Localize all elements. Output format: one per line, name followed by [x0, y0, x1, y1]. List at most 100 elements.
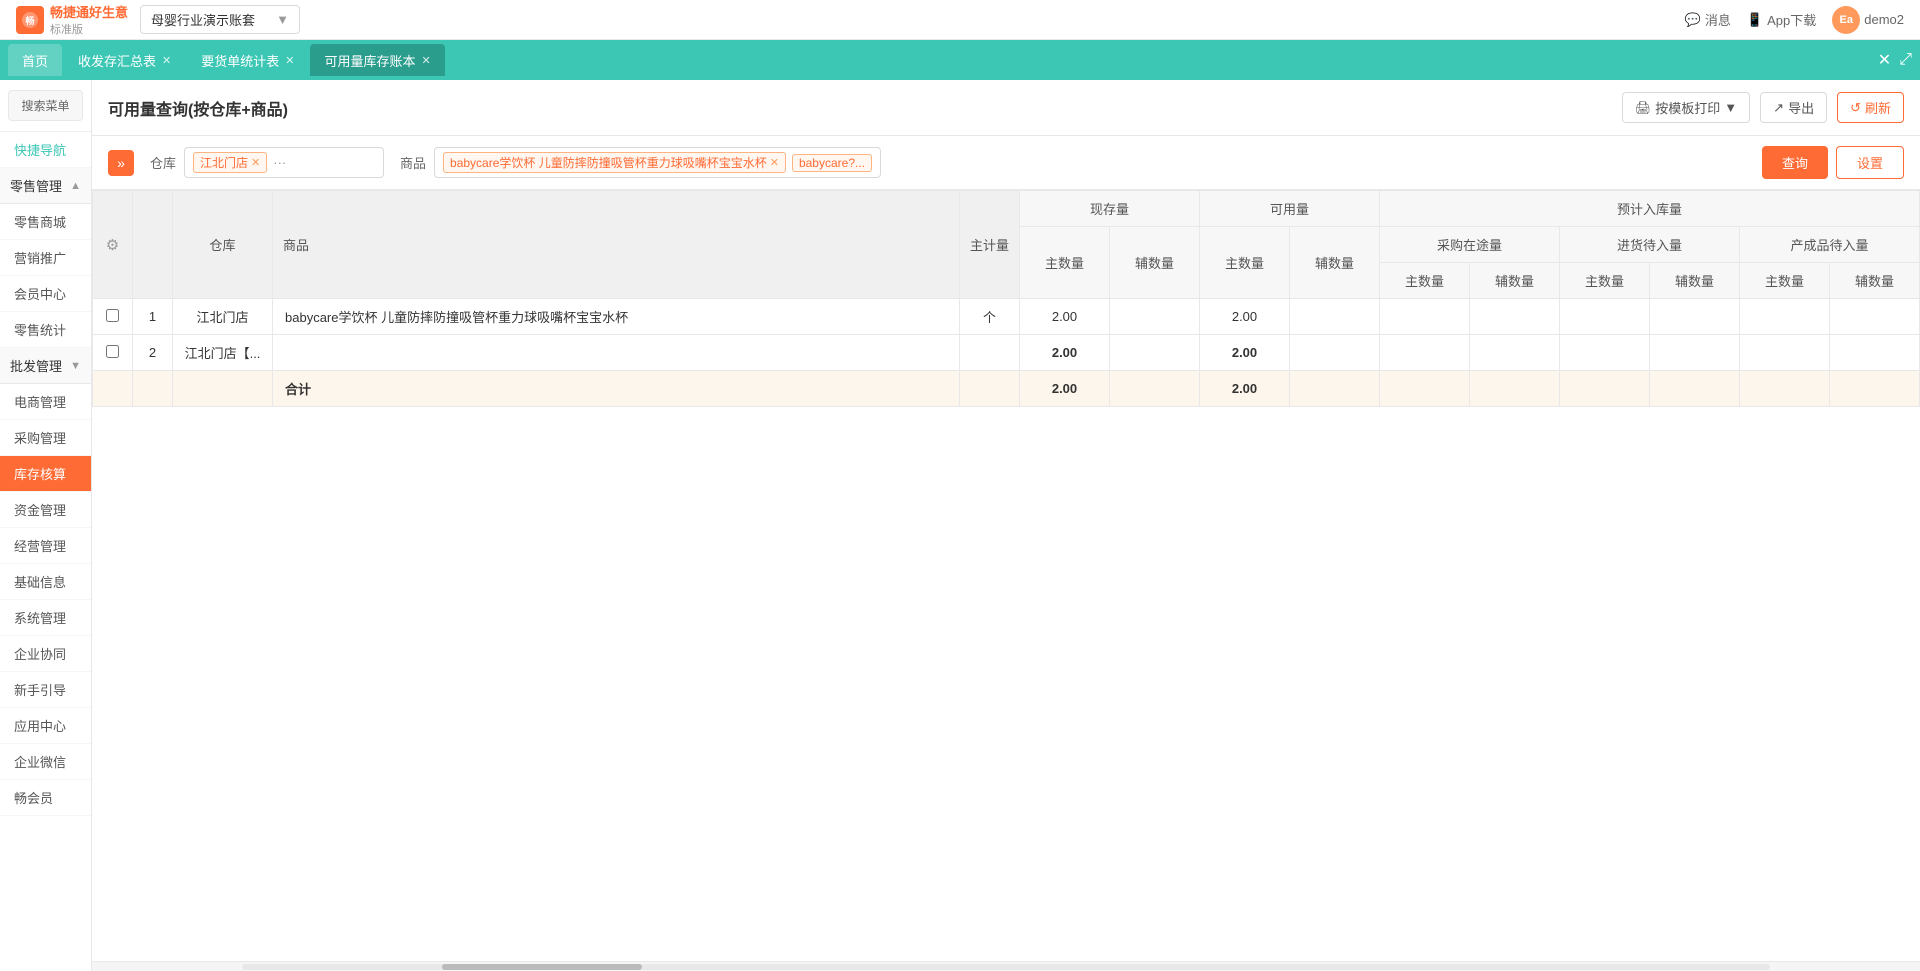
message-action[interactable]: 💬 消息 — [1685, 10, 1731, 29]
sidebar-section-zero-sales[interactable]: 零售管理 ▲ — [0, 168, 91, 204]
sidebar-item-inventory[interactable]: 库存核算 — [0, 456, 91, 492]
sidebar-item-marketing[interactable]: 营销推广 — [0, 240, 91, 276]
sidebar-item-member-center[interactable]: 会员中心 — [0, 276, 91, 312]
row1-check-input[interactable] — [106, 309, 119, 322]
sidebar-section-wholesale[interactable]: 批发管理 ▼ — [0, 348, 91, 384]
warehouse-selector-label: 母婴行业演示账套 — [151, 10, 255, 29]
row1-purchase-transit-aux — [1470, 299, 1560, 335]
row2-available-aux — [1290, 335, 1380, 371]
row1-stock-main: 2.00 — [1020, 299, 1110, 335]
sidebar-section-zero-sales-label: 零售管理 — [10, 176, 62, 195]
sidebar-item-newbie[interactable]: 新手引导 — [0, 672, 91, 708]
user-name: demo2 — [1864, 12, 1904, 27]
tab-order-stats[interactable]: 要货单统计表 ✕ — [187, 44, 308, 76]
product-filter-tags[interactable]: babycare学饮杯 儿童防摔防撞吸管杯重力球吸嘴杯宝宝水杯 ✕ babyca… — [434, 147, 881, 178]
table-area: ⚙ 仓库 商品 主计量 现存量 可用量 预计入库量 主数量 辅数量 主数量 — [92, 190, 1920, 961]
th-purchase-pending-aux: 辅数量 — [1650, 263, 1740, 299]
warehouse-tag-close[interactable]: ✕ — [251, 156, 260, 169]
row1-purchase-transit-main — [1380, 299, 1470, 335]
table-settings-icon[interactable]: ⚙ — [106, 237, 119, 254]
row1-purchase-pending-aux — [1650, 299, 1740, 335]
tab-order-close[interactable]: ✕ — [285, 54, 294, 67]
sidebar-item-operation[interactable]: 经营管理 — [0, 528, 91, 564]
summary-empty1 — [93, 371, 133, 407]
summary-empty4 — [959, 371, 1019, 407]
row1-available-aux — [1290, 299, 1380, 335]
sidebar-item-appstore[interactable]: 应用中心 — [0, 708, 91, 744]
print-button[interactable]: 🖨 按模板打印 ▼ — [1622, 92, 1750, 123]
row2-check-input[interactable] — [106, 345, 119, 358]
row1-checkbox[interactable] — [93, 299, 133, 335]
tab-receive-close[interactable]: ✕ — [162, 54, 171, 67]
refresh-button[interactable]: ↺ 刷新 — [1837, 92, 1904, 123]
tab-receive-summary[interactable]: 收发存汇总表 ✕ — [64, 44, 185, 76]
app-icon: 📱 — [1747, 12, 1763, 28]
th-purchase-pending-main: 主数量 — [1560, 263, 1650, 299]
sidebar-item-purchase[interactable]: 采购管理 — [0, 420, 91, 456]
sidebar-item-ecommerce[interactable]: 电商管理 — [0, 384, 91, 420]
tab-expand-icon[interactable]: ⤢ — [1899, 51, 1912, 69]
row2-checkbox[interactable] — [93, 335, 133, 371]
user-area[interactable]: Ea demo2 — [1832, 6, 1904, 34]
summary-production-aux — [1830, 371, 1920, 407]
sidebar-item-quick-nav[interactable]: 快捷导航 — [0, 132, 91, 168]
row2-stock-aux — [1110, 335, 1200, 371]
expand-icon: » — [117, 155, 125, 171]
app-download-action[interactable]: 📱 App下载 — [1747, 10, 1816, 29]
main-content: 可用量查询(按仓库+商品) 🖨 按模板打印 ▼ ↗ 导出 ↺ 刷新 — [92, 80, 1920, 971]
th-settings: ⚙ — [93, 191, 133, 299]
sidebar-search-button[interactable]: 搜索菜单 — [8, 90, 83, 121]
warehouse-tag-label: 江北门店 — [200, 154, 248, 171]
logo-icon: 畅 — [16, 6, 44, 34]
sidebar-item-system[interactable]: 系统管理 — [0, 600, 91, 636]
row1-available-main: 2.00 — [1200, 299, 1290, 335]
product-tag-babycare[interactable]: babycare学饮杯 儿童防摔防撞吸管杯重力球吸嘴杯宝宝水杯 ✕ — [443, 152, 786, 173]
logo-area: 畅 畅捷通好生意 标准版 — [16, 2, 128, 37]
sidebar-item-wechat[interactable]: 企业微信 — [0, 744, 91, 780]
sidebar-item-retail-mall[interactable]: 零售商城 — [0, 204, 91, 240]
app-download-label: App下载 — [1767, 10, 1816, 29]
summary-purchase-pending-aux — [1650, 371, 1740, 407]
row1-warehouse: 江北门店 — [173, 299, 273, 335]
filter-right: 查询 设置 — [1762, 146, 1904, 179]
horizontal-scrollbar[interactable] — [92, 961, 1920, 971]
row1-purchase-pending-main — [1560, 299, 1650, 335]
row1-production-aux — [1830, 299, 1920, 335]
sidebar-item-member[interactable]: 畅会员 — [0, 780, 91, 816]
export-button[interactable]: ↗ 导出 — [1760, 92, 1827, 123]
table-row: 2 江北门店【... 2.00 2.00 — [93, 335, 1920, 371]
th-available-group: 可用量 — [1200, 191, 1380, 227]
tab-close-all-icon[interactable]: ✕ — [1878, 50, 1891, 70]
product-tag-babycare2[interactable]: babycare?... — [792, 154, 872, 172]
filter-settings-button[interactable]: 设置 — [1836, 146, 1904, 179]
product-tag-close[interactable]: ✕ — [770, 156, 779, 169]
tab-bar: 首页 收发存汇总表 ✕ 要货单统计表 ✕ 可用量库存账本 ✕ ✕ ⤢ — [0, 40, 1920, 80]
th-stock-aux: 辅数量 — [1110, 227, 1200, 299]
sidebar-item-retail-stats[interactable]: 零售统计 — [0, 312, 91, 348]
tab-available-close[interactable]: ✕ — [422, 54, 431, 67]
sidebar-item-finance[interactable]: 资金管理 — [0, 492, 91, 528]
th-production-pending-label: 产成品待入量 — [1740, 227, 1920, 263]
warehouse-selector[interactable]: 母婴行业演示账套 ▼ — [140, 5, 300, 34]
th-production-pending-aux: 辅数量 — [1830, 263, 1920, 299]
message-label: 消息 — [1705, 10, 1731, 29]
th-purchase-pending-label: 进货待入量 — [1560, 227, 1740, 263]
th-no — [133, 191, 173, 299]
user-avatar: Ea — [1832, 6, 1860, 34]
filter-expand-button[interactable]: » — [108, 150, 134, 176]
query-button[interactable]: 查询 — [1762, 146, 1828, 179]
top-bar-left: 畅 畅捷通好生意 标准版 母婴行业演示账套 ▼ — [16, 2, 300, 37]
sidebar-item-enterprise[interactable]: 企业协同 — [0, 636, 91, 672]
refresh-icon: ↺ — [1850, 100, 1861, 116]
scrollbar-thumb[interactable] — [442, 964, 642, 970]
tab-available-stock[interactable]: 可用量库存账本 ✕ — [310, 44, 444, 76]
product-tag-label: babycare学饮杯 儿童防摔防撞吸管杯重力球吸嘴杯宝宝水杯 — [450, 154, 767, 171]
warehouse-filter-tags[interactable]: 江北门店 ✕ ··· — [184, 147, 384, 178]
sidebar-item-basic[interactable]: 基础信息 — [0, 564, 91, 600]
warehouse-tag-jiangbei[interactable]: 江北门店 ✕ — [193, 152, 267, 173]
th-purchase-transit-label: 采购在途量 — [1380, 227, 1560, 263]
filter-more-dots[interactable]: ··· — [273, 155, 286, 170]
tab-home[interactable]: 首页 — [8, 44, 62, 76]
tab-bar-right: ✕ ⤢ — [1878, 50, 1912, 70]
scrollbar-track[interactable] — [242, 964, 1770, 970]
